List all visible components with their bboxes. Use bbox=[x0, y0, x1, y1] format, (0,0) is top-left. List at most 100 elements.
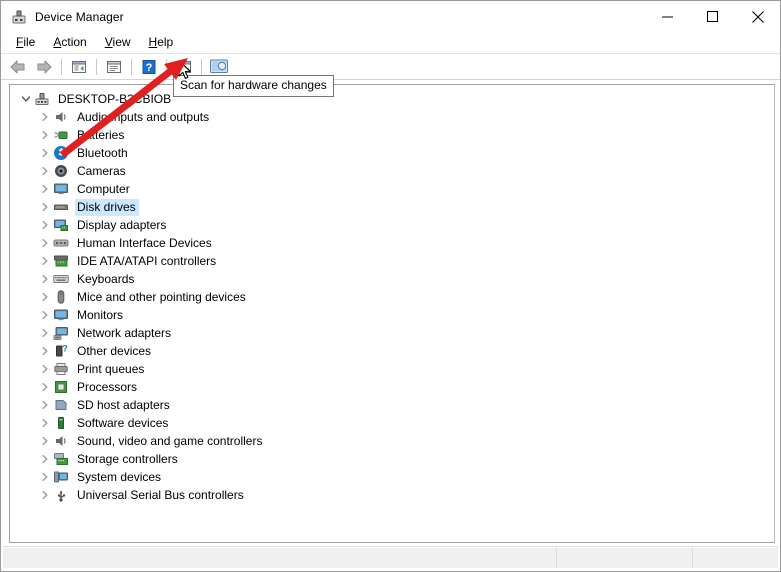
chevron-right-icon[interactable] bbox=[37, 451, 53, 467]
tree-item-label: Audio inputs and outputs bbox=[77, 109, 210, 124]
tree-item-disk-drives[interactable]: Disk drives bbox=[10, 198, 774, 216]
tree-item-sd-host-adapters[interactable]: SD host adapters bbox=[10, 396, 774, 414]
status-pane-tertiary bbox=[693, 547, 778, 568]
network-adapter-icon bbox=[53, 325, 69, 341]
battery-icon bbox=[53, 127, 69, 143]
tree-item-bluetooth[interactable]: Bluetooth bbox=[10, 144, 774, 162]
tree-item-network-adapters[interactable]: Network adapters bbox=[10, 324, 774, 342]
tree-item-audio-inputs-and-outputs[interactable]: Audio inputs and outputs bbox=[10, 108, 774, 126]
chevron-right-icon[interactable] bbox=[37, 307, 53, 323]
close-button[interactable] bbox=[735, 1, 780, 32]
software-device-icon bbox=[53, 415, 69, 431]
tooltip-text: Scan for hardware changes bbox=[180, 78, 327, 92]
svg-text:?: ? bbox=[62, 344, 68, 354]
chevron-right-icon[interactable] bbox=[37, 163, 53, 179]
title-bar: Device Manager bbox=[1, 1, 780, 32]
minimize-button[interactable] bbox=[645, 1, 690, 32]
tree-root-node[interactable]: DESKTOP-B3CBIOB bbox=[10, 90, 774, 108]
chevron-right-icon[interactable] bbox=[37, 415, 53, 431]
chevron-right-icon[interactable] bbox=[37, 379, 53, 395]
chevron-right-icon[interactable] bbox=[37, 145, 53, 161]
tree-item-ide-ata-atapi-controllers[interactable]: IDE ATA/ATAPI controllers bbox=[10, 252, 774, 270]
toolbar-separator bbox=[201, 58, 202, 75]
tree-item-label: Other devices bbox=[77, 343, 152, 358]
tree-item-cameras[interactable]: Cameras bbox=[10, 162, 774, 180]
tree-item-computer[interactable]: Computer bbox=[10, 180, 774, 198]
tree-item-universal-serial-bus-controllers[interactable]: Universal Serial Bus controllers bbox=[10, 486, 774, 504]
menu-help-mnemonic: H bbox=[148, 35, 158, 49]
tree-item-label: Processors bbox=[77, 379, 138, 394]
chevron-right-icon[interactable] bbox=[37, 343, 53, 359]
keyboard-icon bbox=[53, 271, 69, 287]
tree-item-label: Sound, video and game controllers bbox=[77, 433, 263, 448]
chevron-right-icon[interactable] bbox=[37, 271, 53, 287]
chevron-right-icon[interactable] bbox=[37, 433, 53, 449]
tree-item-label: SD host adapters bbox=[77, 397, 170, 412]
menu-action[interactable]: Action bbox=[44, 33, 95, 52]
tree-item-label: Computer bbox=[77, 181, 130, 196]
svg-text:?: ? bbox=[146, 62, 153, 74]
chevron-right-icon[interactable] bbox=[37, 235, 53, 251]
tree-item-label: Batteries bbox=[77, 127, 125, 142]
ide-controller-icon bbox=[53, 253, 69, 269]
chevron-right-icon[interactable] bbox=[37, 217, 53, 233]
properties-icon bbox=[107, 60, 121, 73]
content-area: DESKTOP-B3CBIOB Audio inputs and outputs bbox=[1, 80, 780, 543]
menu-file[interactable]: File bbox=[7, 33, 44, 52]
tree-item-sound-video-and-game-controllers[interactable]: Sound, video and game controllers bbox=[10, 432, 774, 450]
chevron-right-icon[interactable] bbox=[37, 253, 53, 269]
properties-button[interactable] bbox=[101, 56, 127, 78]
sd-host-icon bbox=[53, 397, 69, 413]
toolbar: ? bbox=[1, 54, 780, 80]
tree-item-monitors[interactable]: Monitors bbox=[10, 306, 774, 324]
chevron-right-icon[interactable] bbox=[37, 181, 53, 197]
tree-item-human-interface-devices[interactable]: Human Interface Devices bbox=[10, 234, 774, 252]
menu-view[interactable]: View bbox=[96, 33, 140, 52]
tree-root-label: DESKTOP-B3CBIOB bbox=[58, 91, 172, 106]
tree-item-keyboards[interactable]: Keyboards bbox=[10, 270, 774, 288]
chevron-right-icon[interactable] bbox=[37, 397, 53, 413]
help-button[interactable]: ? bbox=[136, 56, 162, 78]
monitor-icon bbox=[53, 307, 69, 323]
tree-item-print-queues[interactable]: Print queues bbox=[10, 360, 774, 378]
system-device-icon bbox=[53, 469, 69, 485]
chevron-right-icon[interactable] bbox=[37, 199, 53, 215]
chevron-right-icon[interactable] bbox=[37, 127, 53, 143]
menu-view-rest: iew bbox=[112, 35, 131, 49]
chevron-down-icon[interactable] bbox=[18, 91, 34, 107]
tree-item-mice-and-other-pointing-devices[interactable]: Mice and other pointing devices bbox=[10, 288, 774, 306]
tree-item-software-devices[interactable]: Software devices bbox=[10, 414, 774, 432]
chevron-right-icon[interactable] bbox=[37, 289, 53, 305]
sound-video-icon bbox=[53, 433, 69, 449]
tree-item-label: Universal Serial Bus controllers bbox=[77, 487, 244, 502]
maximize-button[interactable] bbox=[690, 1, 735, 32]
tree-item-display-adapters[interactable]: Display adapters bbox=[10, 216, 774, 234]
back-button[interactable] bbox=[5, 56, 31, 78]
menu-help[interactable]: Help bbox=[140, 33, 183, 52]
tree-item-storage-controllers[interactable]: Storage controllers bbox=[10, 450, 774, 468]
device-tree: DESKTOP-B3CBIOB Audio inputs and outputs bbox=[10, 85, 774, 504]
menu-help-rest: elp bbox=[157, 35, 174, 49]
tree-item-label: System devices bbox=[77, 469, 162, 484]
show-hide-console-tree-button[interactable] bbox=[66, 56, 92, 78]
forward-button[interactable] bbox=[31, 56, 57, 78]
tree-item-processors[interactable]: Processors bbox=[10, 378, 774, 396]
tree-item-system-devices[interactable]: System devices bbox=[10, 468, 774, 486]
tree-item-batteries[interactable]: Batteries bbox=[10, 126, 774, 144]
chevron-right-icon[interactable] bbox=[37, 469, 53, 485]
computer-root-icon bbox=[34, 91, 50, 107]
chevron-right-icon[interactable] bbox=[37, 325, 53, 341]
device-manager-window: Device Manager File Action View Help ? D… bbox=[0, 0, 781, 572]
usb-icon bbox=[53, 487, 69, 503]
tree-item-label: Disk drives bbox=[75, 198, 139, 216]
chevron-right-icon[interactable] bbox=[37, 109, 53, 125]
menu-action-rest: ction bbox=[61, 35, 87, 49]
chevron-right-icon[interactable] bbox=[37, 487, 53, 503]
window-controls bbox=[645, 1, 780, 32]
chevron-right-icon[interactable] bbox=[37, 361, 53, 377]
tree-item-label: Software devices bbox=[77, 415, 169, 430]
other-device-icon: ? bbox=[53, 343, 69, 359]
tree-item-other-devices[interactable]: ? Other devices bbox=[10, 342, 774, 360]
tree-item-label: Monitors bbox=[77, 307, 124, 322]
device-tree-panel[interactable]: DESKTOP-B3CBIOB Audio inputs and outputs bbox=[9, 84, 775, 543]
